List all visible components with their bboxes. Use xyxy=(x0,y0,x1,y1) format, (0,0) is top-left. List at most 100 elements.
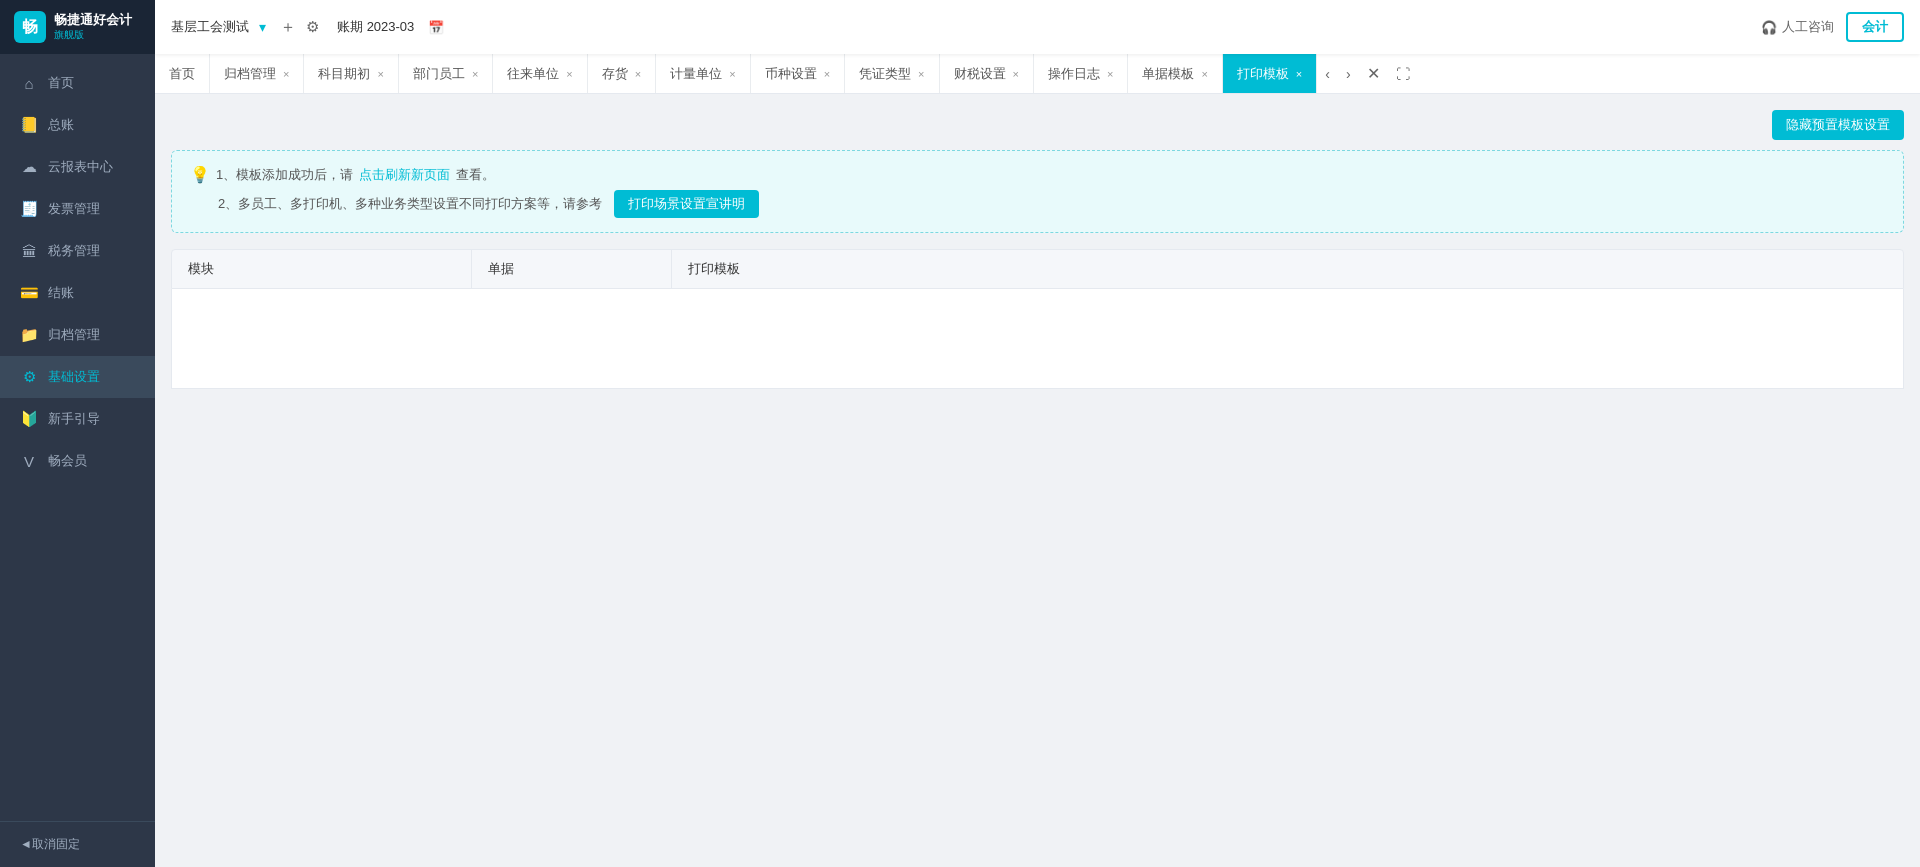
settings-icon[interactable]: ⚙ xyxy=(306,18,319,36)
tab-home[interactable]: 首页 xyxy=(155,54,210,94)
table-body xyxy=(171,289,1904,389)
sidebar-label-settings: 基础设置 xyxy=(48,368,100,386)
sidebar-label-invoice: 发票管理 xyxy=(48,200,100,218)
tab-prev-btn[interactable]: ‹ xyxy=(1317,54,1338,94)
period-label: 账期 2023-03 xyxy=(337,18,414,36)
sidebar-nav: ⌂ 首页 📒 总账 ☁ 云报表中心 🧾 发票管理 🏛 税务管理 💳 结账 📁 归… xyxy=(0,54,155,821)
tab-voucher-tpl[interactable]: 单据模板 × xyxy=(1128,54,1222,94)
headset-icon: 🎧 xyxy=(1761,20,1777,35)
tab-close-inventory[interactable]: × xyxy=(635,68,641,80)
topbar: 基层工会测试 ▾ ＋ ⚙ 账期 2023-03 📅 🎧 人工咨询 会计 xyxy=(155,0,1920,54)
tab-label-home: 首页 xyxy=(169,65,195,83)
sidebar-item-checkout[interactable]: 💳 结账 xyxy=(0,272,155,314)
tab-close-op-log[interactable]: × xyxy=(1107,68,1113,80)
col-voucher: 单据 xyxy=(472,249,672,289)
tab-label-print-tpl: 打印模板 xyxy=(1237,65,1289,83)
checkout-icon: 💳 xyxy=(20,284,38,302)
tab-inventory[interactable]: 存货× xyxy=(588,54,656,94)
tab-close-measure[interactable]: × xyxy=(729,68,735,80)
company-dropdown-icon[interactable]: ▾ xyxy=(259,19,266,35)
tab-partners[interactable]: 往来单位 × xyxy=(493,54,587,94)
member-icon: V xyxy=(20,452,38,470)
tab-close-voucher-type[interactable]: × xyxy=(918,68,924,80)
info-line2-pre: 2、多员工、多打印机、多种业务类型设置不同打印方案等，请参考 xyxy=(218,195,602,213)
tab-subjects[interactable]: 科目期初 × xyxy=(304,54,398,94)
tab-department[interactable]: 部门员工 × xyxy=(399,54,493,94)
sidebar-item-tax[interactable]: 🏛 税务管理 xyxy=(0,230,155,272)
tab-tax-settings[interactable]: 财税设置 × xyxy=(940,54,1034,94)
tab-label-op-log: 操作日志 xyxy=(1048,65,1100,83)
settings-icon: ⚙ xyxy=(20,368,38,386)
sidebar-label-member: 畅会员 xyxy=(48,452,87,470)
tab-label-archive: 归档管理 xyxy=(224,65,276,83)
sidebar-unpin[interactable]: ◄取消固定 xyxy=(0,821,155,867)
tab-label-subjects: 科目期初 xyxy=(318,65,370,83)
sidebar-item-reports[interactable]: ☁ 云报表中心 xyxy=(0,146,155,188)
sidebar-label-home: 首页 xyxy=(48,74,74,92)
info-line-1: 💡 1、模板添加成功后，请 点击刷新新页面 查看。 xyxy=(190,165,1885,184)
sidebar-item-member[interactable]: V 畅会员 xyxy=(0,440,155,482)
sidebar-item-archive[interactable]: 📁 归档管理 xyxy=(0,314,155,356)
ledger-icon: 📒 xyxy=(20,116,38,134)
invoice-icon: 🧾 xyxy=(20,200,38,218)
tab-close-partners[interactable]: × xyxy=(566,68,572,80)
sidebar-logo: 畅 畅捷通好会计 旗舰版 xyxy=(0,0,155,54)
guide-icon: 🔰 xyxy=(20,410,38,428)
table-header: 模块 单据 打印模板 xyxy=(171,249,1904,289)
sidebar-item-settings[interactable]: ⚙ 基础设置 xyxy=(0,356,155,398)
tab-print-tpl[interactable]: 打印模板 × xyxy=(1223,54,1317,94)
info-line-2: 2、多员工、多打印机、多种业务类型设置不同打印方案等，请参考 打印场景设置宣讲明 xyxy=(190,190,1885,218)
tab-label-voucher-type: 凭证类型 xyxy=(859,65,911,83)
tab-label-partners: 往来单位 xyxy=(507,65,559,83)
tab-voucher-type[interactable]: 凭证类型 × xyxy=(845,54,939,94)
home-icon: ⌂ xyxy=(20,74,38,92)
sidebar-label-ledger: 总账 xyxy=(48,116,74,134)
info-line1-pre: 1、模板添加成功后，请 xyxy=(216,166,353,184)
sidebar: 畅 畅捷通好会计 旗舰版 ⌂ 首页 📒 总账 ☁ 云报表中心 🧾 发票管理 🏛 … xyxy=(0,0,155,867)
tab-label-tax-settings: 财税设置 xyxy=(954,65,1006,83)
print-scene-btn[interactable]: 打印场景设置宣讲明 xyxy=(614,190,759,218)
tab-close-subjects[interactable]: × xyxy=(377,68,383,80)
sidebar-item-home[interactable]: ⌂ 首页 xyxy=(0,62,155,104)
tab-currency[interactable]: 币种设置 × xyxy=(751,54,845,94)
sidebar-item-ledger[interactable]: 📒 总账 xyxy=(0,104,155,146)
tab-next-btn[interactable]: › xyxy=(1338,54,1359,94)
topbar-right: 🎧 人工咨询 会计 xyxy=(1761,12,1904,42)
refresh-link[interactable]: 点击刷新新页面 xyxy=(359,166,450,184)
info-line1-post: 查看。 xyxy=(456,166,495,184)
tab-close-print-tpl[interactable]: × xyxy=(1296,68,1302,80)
service-btn[interactable]: 🎧 人工咨询 xyxy=(1761,18,1834,36)
reports-icon: ☁ xyxy=(20,158,38,176)
tab-label-measure: 计量单位 xyxy=(670,65,722,83)
col-module: 模块 xyxy=(172,249,472,289)
app-logo-sub: 旗舰版 xyxy=(54,28,132,42)
tab-close-archive[interactable]: × xyxy=(283,68,289,80)
sidebar-label-tax: 税务管理 xyxy=(48,242,100,260)
tab-close-all-btn[interactable]: ✕ xyxy=(1359,54,1388,94)
tab-close-department[interactable]: × xyxy=(472,68,478,80)
app-logo-title: 畅捷通好会计 xyxy=(54,12,132,29)
hide-preview-btn[interactable]: 隐藏预置模板设置 xyxy=(1772,110,1904,140)
sidebar-item-guide[interactable]: 🔰 新手引导 xyxy=(0,398,155,440)
tabbar: 首页归档管理×科目期初×部门员工×往来单位×存货×计量单位×币种设置×凭证类型×… xyxy=(155,54,1920,94)
tab-close-voucher-tpl[interactable]: × xyxy=(1201,68,1207,80)
col-template: 打印模板 xyxy=(672,249,1903,289)
tab-op-log[interactable]: 操作日志 × xyxy=(1034,54,1128,94)
tax-icon: 🏛 xyxy=(20,242,38,260)
tab-close-currency[interactable]: × xyxy=(824,68,830,80)
tab-archive[interactable]: 归档管理 × xyxy=(210,54,304,94)
main-content: 隐藏预置模板设置 💡 1、模板添加成功后，请 点击刷新新页面 查看。 2、多员工… xyxy=(155,94,1920,867)
tab-label-voucher-tpl: 单据模板 xyxy=(1142,65,1194,83)
sidebar-item-invoice[interactable]: 🧾 发票管理 xyxy=(0,188,155,230)
sidebar-label-archive: 归档管理 xyxy=(48,326,100,344)
account-btn[interactable]: 会计 xyxy=(1846,12,1904,42)
app-logo-icon: 畅 xyxy=(14,11,46,43)
tab-label-currency: 币种设置 xyxy=(765,65,817,83)
tab-close-tax-settings[interactable]: × xyxy=(1013,68,1019,80)
add-tab-icon[interactable]: ＋ xyxy=(280,17,296,38)
tab-measure[interactable]: 计量单位 × xyxy=(656,54,750,94)
tab-label-department: 部门员工 xyxy=(413,65,465,83)
calendar-icon[interactable]: 📅 xyxy=(428,20,444,35)
tab-expand-btn[interactable]: ⛶ xyxy=(1388,54,1418,94)
sidebar-label-checkout: 结账 xyxy=(48,284,74,302)
